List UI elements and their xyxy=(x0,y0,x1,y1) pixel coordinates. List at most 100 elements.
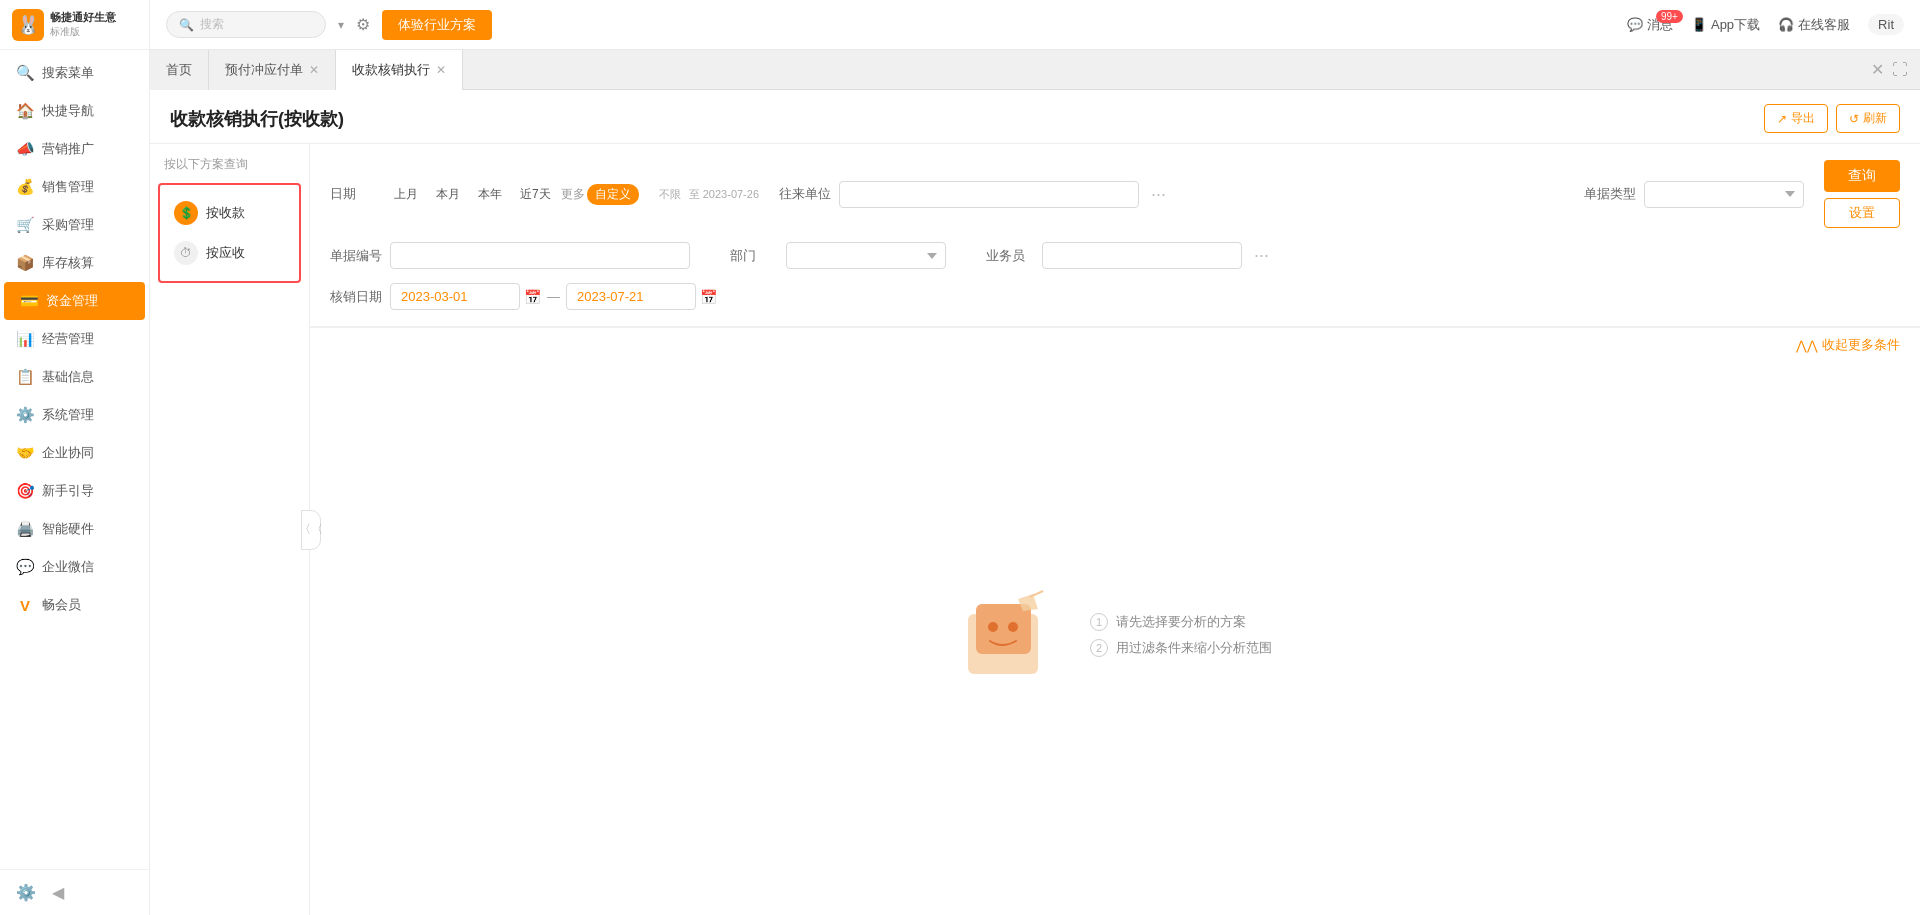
filter-panel-collapse[interactable]: 〈〈 xyxy=(301,510,321,550)
sidebar-item-marketing[interactable]: 📣 营销推广 xyxy=(0,130,149,168)
sidebar-item-basic[interactable]: 📋 基础信息 xyxy=(0,358,149,396)
home-icon: 🏠 xyxy=(16,102,34,120)
topbar-dropdown-icon[interactable]: ▾ xyxy=(338,18,344,32)
filter-panel-title: 按以下方案查询 xyxy=(158,156,301,173)
tab-close-all-icon[interactable]: ✕ xyxy=(1871,60,1884,79)
writeoff-date-start-input[interactable] xyxy=(390,283,520,310)
empty-texts: 1 请先选择要分析的方案 2 用过滤条件来缩小分析范围 xyxy=(1090,613,1272,665)
date-tab-more[interactable]: 更多 xyxy=(561,186,585,203)
sidebar-item-collab[interactable]: 🤝 企业协同 xyxy=(0,434,149,472)
sidebar-item-label: 企业协同 xyxy=(42,444,94,462)
sidebar-item-inventory[interactable]: 📦 库存核算 xyxy=(0,244,149,282)
topbar-app-download[interactable]: 📱 App下载 xyxy=(1691,16,1760,34)
topbar-message[interactable]: 💬 消息 99+ xyxy=(1627,16,1673,34)
dept-label: 部门 xyxy=(730,247,778,265)
collapse-conditions-label: 收起更多条件 xyxy=(1822,336,1900,354)
sidebar-item-quicknav[interactable]: 🏠 快捷导航 xyxy=(0,92,149,130)
tab-prepay-close[interactable]: ✕ xyxy=(309,64,319,76)
sidebar-item-finance[interactable]: 💳 资金管理 xyxy=(4,282,145,320)
app-icon: 📱 xyxy=(1691,17,1707,32)
sidebar-item-purchase[interactable]: 🛒 采购管理 xyxy=(0,206,149,244)
megaphone-icon: 📣 xyxy=(16,140,34,158)
tab-prepay[interactable]: 预付冲应付单 ✕ xyxy=(209,50,336,90)
sidebar-item-label: 快捷导航 xyxy=(42,102,94,120)
tab-maximize-icon[interactable]: ⛶ xyxy=(1892,61,1908,79)
filter-item-by-receipt[interactable]: 💲 按收款 xyxy=(164,193,295,233)
form-row-2: 单据编号 部门 业务员 ··· xyxy=(330,242,1900,269)
sidebar-item-member[interactable]: V 畅会员 xyxy=(0,586,149,624)
form-row-3: 核销日期 📅 — 📅 xyxy=(330,283,1900,310)
filter-item-receipt-label: 按收款 xyxy=(206,204,245,222)
empty-step-2: 2 用过滤条件来缩小分析范围 xyxy=(1090,639,1272,657)
topbar-service[interactable]: 🎧 在线客服 xyxy=(1778,16,1850,34)
industry-btn[interactable]: 体验行业方案 xyxy=(382,10,492,40)
query-btn-area: 查询 设置 xyxy=(1824,160,1900,228)
svg-point-2 xyxy=(988,622,998,632)
topbar-search[interactable]: 🔍 搜索 xyxy=(166,11,326,38)
sidebar-item-label: 企业微信 xyxy=(42,558,94,576)
sidebar-item-label: 畅会员 xyxy=(42,596,81,614)
logo-text-block: 畅捷通好生意 标准版 xyxy=(50,10,116,39)
logo-subtitle: 标准版 xyxy=(50,25,116,39)
empty-illustration xyxy=(958,589,1058,689)
empty-svg xyxy=(958,589,1058,689)
sidebar-item-business[interactable]: 📊 经营管理 xyxy=(0,320,149,358)
sidebar-item-system[interactable]: ⚙️ 系统管理 xyxy=(0,396,149,434)
filter-item-by-receivable[interactable]: ⏱ 按应收 xyxy=(164,233,295,273)
sidebar-item-label: 资金管理 xyxy=(46,292,98,310)
date-tab-custom[interactable]: 自定义 xyxy=(587,184,639,205)
date-tab-last-month[interactable]: 上月 xyxy=(386,184,426,205)
calendar-start-icon[interactable]: 📅 xyxy=(524,289,541,305)
service-label: 在线客服 xyxy=(1798,16,1850,34)
collapse-conditions-bar[interactable]: ⋀⋀ 收起更多条件 xyxy=(310,327,1920,362)
bill-type-select[interactable] xyxy=(1644,181,1804,208)
settings-bottom-icon[interactable]: ⚙️ xyxy=(16,883,36,902)
empty-step-1-label: 请先选择要分析的方案 xyxy=(1116,613,1246,631)
calendar-end-icon[interactable]: 📅 xyxy=(700,289,717,305)
tab-writeoff[interactable]: 收款核销执行 ✕ xyxy=(336,50,463,90)
message-badge: 99+ xyxy=(1656,10,1683,23)
date-tab-7days[interactable]: 近7天 xyxy=(512,184,559,205)
date-tab-this-year[interactable]: 本年 xyxy=(470,184,510,205)
date-range-separator: — xyxy=(547,289,560,304)
staff-label: 业务员 xyxy=(986,247,1034,265)
query-button[interactable]: 查询 xyxy=(1824,160,1900,192)
sidebar-item-label: 库存核算 xyxy=(42,254,94,272)
bill-type-label: 单据类型 xyxy=(1584,185,1636,203)
date-tab-this-month[interactable]: 本月 xyxy=(428,184,468,205)
setting-button[interactable]: 设置 xyxy=(1824,198,1900,228)
empty-step-2-label: 用过滤条件来缩小分析范围 xyxy=(1116,639,1272,657)
writeoff-date-range: 📅 — 📅 xyxy=(390,283,717,310)
tab-writeoff-close[interactable]: ✕ xyxy=(436,64,446,76)
sidebar-item-label: 智能硬件 xyxy=(42,520,94,538)
topbar-user[interactable]: Rit xyxy=(1868,14,1904,35)
sidebar-item-sales[interactable]: 💰 销售管理 xyxy=(0,168,149,206)
receipt-icon: 💲 xyxy=(174,201,198,225)
counterpart-more-icon[interactable]: ··· xyxy=(1151,184,1166,205)
tab-writeoff-label: 收款核销执行 xyxy=(352,61,430,79)
tab-home[interactable]: 首页 xyxy=(150,50,209,90)
topbar: 🔍 搜索 ▾ ⚙ 体验行业方案 💬 消息 99+ 📱 App下载 🎧 在线客服 … xyxy=(150,0,1920,50)
staff-more-icon[interactable]: ··· xyxy=(1254,245,1269,266)
app-label: App下载 xyxy=(1711,16,1760,34)
staff-field: 业务员 ··· xyxy=(986,242,1269,269)
bill-no-input[interactable] xyxy=(390,242,690,269)
sidebar-item-wechat[interactable]: 💬 企业微信 xyxy=(0,548,149,586)
refresh-button[interactable]: ↺ 刷新 xyxy=(1836,104,1900,133)
printer-icon: 🖨️ xyxy=(16,520,34,538)
dept-select[interactable] xyxy=(786,242,946,269)
page-actions: ↗ 导出 ↺ 刷新 xyxy=(1764,104,1900,133)
sidebar-item-search[interactable]: 🔍 搜索菜单 xyxy=(0,54,149,92)
topbar-gear-icon[interactable]: ⚙ xyxy=(356,15,370,34)
counterpart-input[interactable] xyxy=(839,181,1139,208)
refresh-icon: ↺ xyxy=(1849,112,1859,126)
sidebar-item-label: 新手引导 xyxy=(42,482,94,500)
sidebar-item-hardware[interactable]: 🖨️ 智能硬件 xyxy=(0,510,149,548)
collapse-sidebar-icon[interactable]: ◀ xyxy=(52,883,64,902)
sidebar-item-guide[interactable]: 🎯 新手引导 xyxy=(0,472,149,510)
writeoff-date-end-input[interactable] xyxy=(566,283,696,310)
writeoff-date-field: 核销日期 📅 — 📅 xyxy=(330,283,717,310)
svg-rect-1 xyxy=(976,604,1031,654)
staff-input[interactable] xyxy=(1042,242,1242,269)
export-button[interactable]: ↗ 导出 xyxy=(1764,104,1828,133)
